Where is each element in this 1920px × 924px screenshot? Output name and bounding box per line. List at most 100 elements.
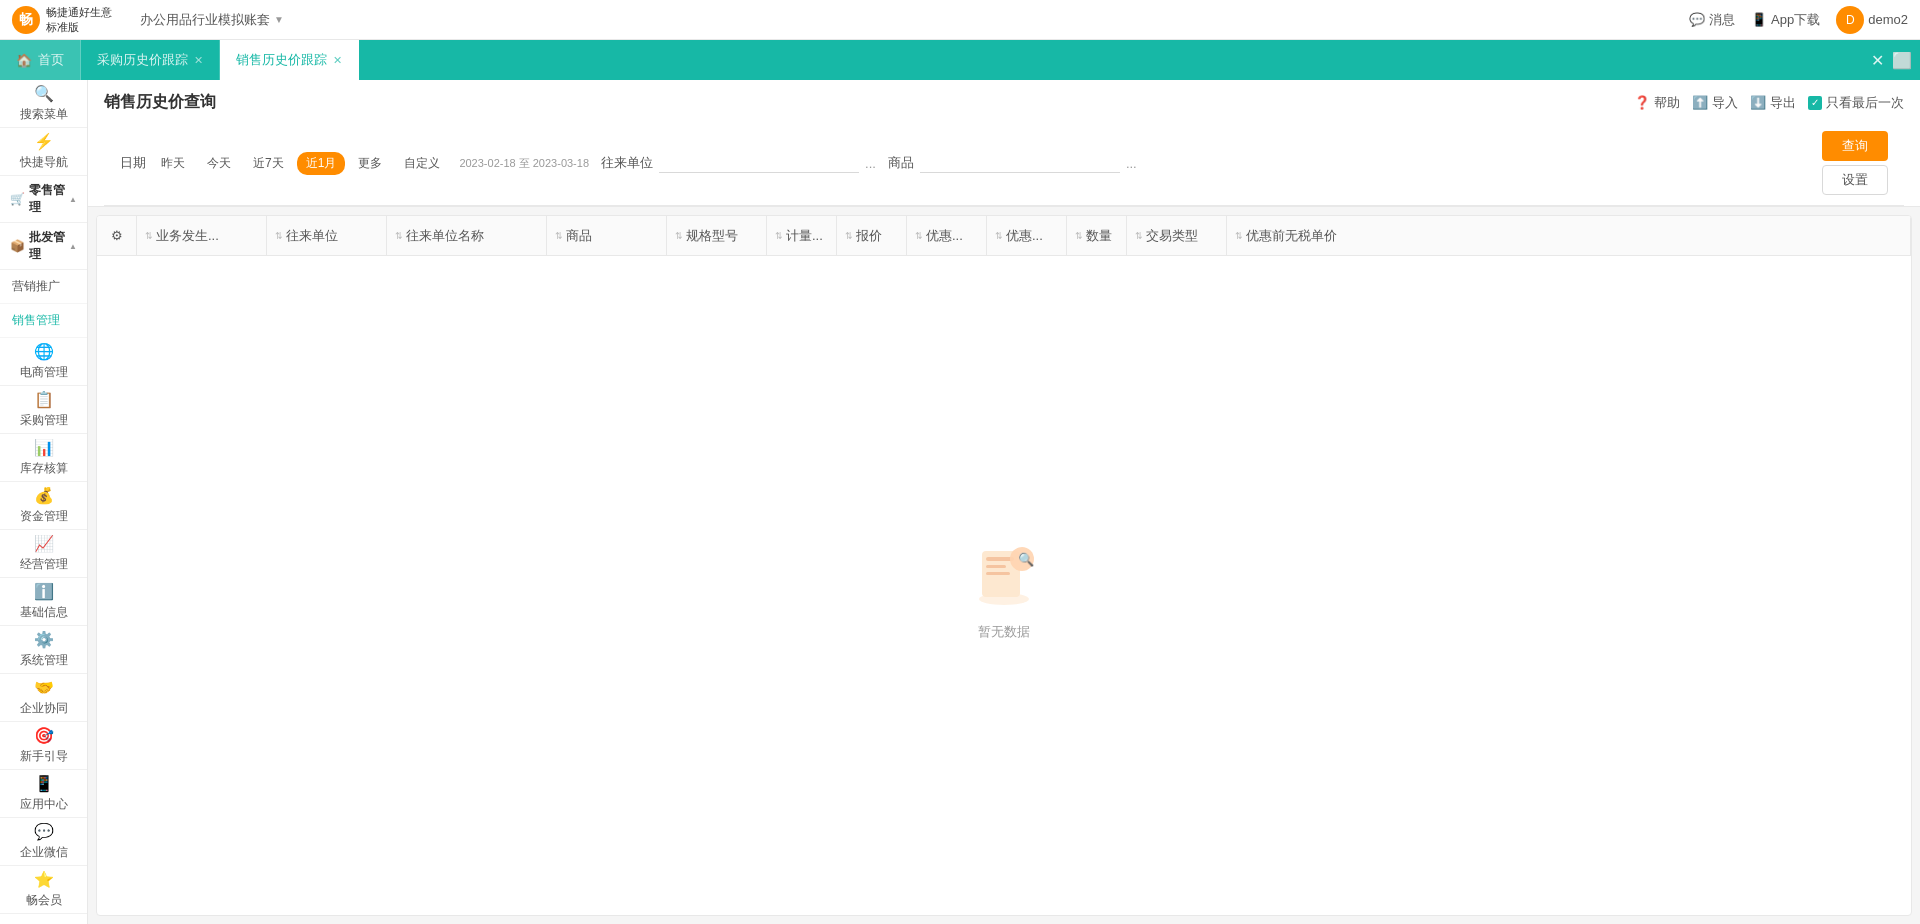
date-btn-1month[interactable]: 近1月 [297, 152, 346, 175]
settings-button[interactable]: 设置 [1822, 165, 1888, 195]
table-area: ⚙ ⇅ 业务发生... ⇅ 往来单位 ⇅ 往来单位名称 ⇅ 商品 [96, 215, 1912, 916]
partner-filter-group: 往来单位 ... [601, 153, 876, 173]
sort-icon-notax: ⇅ [1235, 231, 1243, 241]
only-last-checkbox-row[interactable]: ✓ 只看最后一次 [1808, 94, 1904, 112]
tab-home[interactable]: 🏠 首页 [0, 40, 81, 80]
sort-icon-unit-code: ⇅ [275, 231, 283, 241]
date-range-text: 2023-02-18 至 2023-03-18 [459, 156, 589, 171]
th-spec[interactable]: ⇅ 规格型号 [667, 216, 767, 255]
th-settings[interactable]: ⚙ [97, 216, 137, 255]
sidebar-item-system[interactable]: ⚙️ 系统管理 [0, 626, 87, 674]
sort-icon-qty: ⇅ [1075, 231, 1083, 241]
th-qty[interactable]: ⇅ 数量 [1067, 216, 1127, 255]
sidebar-item-member[interactable]: ⭐ 畅会员 [0, 866, 87, 914]
basic-icon: ℹ️ [34, 582, 54, 601]
avatar: D [1836, 6, 1864, 34]
close-window-icon[interactable]: ✕ [1871, 51, 1884, 70]
sidebar-item-wechat[interactable]: 💬 企业微信 [0, 818, 87, 866]
search-icon: 🔍 [34, 84, 54, 103]
sidebar-item-ecommerce[interactable]: 🌐 电商管理 [0, 338, 87, 386]
product-filter-group: 商品 ... [888, 153, 1137, 173]
home-icon: 🏠 [16, 53, 32, 68]
sidebar-item-enterprise[interactable]: 🤝 企业协同 [0, 674, 87, 722]
date-filter-group: 日期 昨天 今天 近7天 近1月 更多 自定义 2023-02-18 至 202… [120, 152, 589, 175]
logo-text: 畅捷通好生意 标准版 [46, 5, 112, 34]
app-selector[interactable]: 办公用品行业模拟账套 ▼ [140, 11, 284, 29]
date-btn-more[interactable]: 更多 [349, 152, 391, 175]
tab-sales-close-icon[interactable]: ✕ [333, 54, 342, 67]
operations-icon: 📈 [34, 534, 54, 553]
sidebar-item-marketing[interactable]: 营销推广 [0, 270, 87, 304]
sidebar-item-basic[interactable]: ℹ️ 基础信息 [0, 578, 87, 626]
empty-illustration: 🔍 [964, 531, 1044, 611]
wholesale-icon: 📦 [10, 239, 25, 253]
tab-bar-actions: ✕ ⬜ [1871, 51, 1920, 70]
wechat-icon: 💬 [34, 822, 54, 841]
top-bar-left: 畅 畅捷通好生意 标准版 办公用品行业模拟账套 ▼ [12, 5, 284, 34]
date-btn-custom[interactable]: 自定义 [395, 152, 449, 175]
sidebar-item-inventory[interactable]: 📊 库存核算 [0, 434, 87, 482]
date-btn-yesterday[interactable]: 昨天 [152, 152, 194, 175]
sort-icon-discount1: ⇅ [915, 231, 923, 241]
th-product[interactable]: ⇅ 商品 [547, 216, 667, 255]
th-price[interactable]: ⇅ 报价 [837, 216, 907, 255]
th-unit-name[interactable]: ⇅ 往来单位名称 [387, 216, 547, 255]
empty-text: 暂无数据 [978, 623, 1030, 641]
svg-rect-3 [986, 565, 1006, 568]
maximize-icon[interactable]: ⬜ [1892, 51, 1912, 70]
message-icon: 💬 [1689, 12, 1705, 27]
main-layout: 🔍 搜索菜单 ⚡ 快捷导航 🛒 零售管理 📦 批发管理 营销推广 销售管理 🌐 … [0, 80, 1920, 924]
sort-icon-unit-name: ⇅ [395, 231, 403, 241]
message-button[interactable]: 💬 消息 [1689, 11, 1735, 29]
sidebar-item-search[interactable]: 🔍 搜索菜单 [0, 80, 87, 128]
help-button[interactable]: ❓ 帮助 [1634, 94, 1680, 112]
sort-icon-price: ⇅ [845, 231, 853, 241]
export-button[interactable]: ⬇️ 导出 [1750, 94, 1796, 112]
th-discount1[interactable]: ⇅ 优惠... [907, 216, 987, 255]
th-type[interactable]: ⇅ 交易类型 [1127, 216, 1227, 255]
th-unit[interactable]: ⇅ 计量... [767, 216, 837, 255]
import-button[interactable]: ⬆️ 导入 [1692, 94, 1738, 112]
sidebar-item-finance[interactable]: 💰 资金管理 [0, 482, 87, 530]
inventory-icon: 📊 [34, 438, 54, 457]
sidebar-item-quicknav[interactable]: ⚡ 快捷导航 [0, 128, 87, 176]
chevron-down-icon: ▼ [274, 14, 284, 25]
page-actions: ❓ 帮助 ⬆️ 导入 ⬇️ 导出 ✓ 只看最后一次 [1634, 94, 1904, 112]
sort-icon-discount2: ⇅ [995, 231, 1003, 241]
sidebar-item-newbie[interactable]: 🎯 新手引导 [0, 722, 87, 770]
date-btn-7days[interactable]: 近7天 [244, 152, 293, 175]
purchase-icon: 📋 [34, 390, 54, 409]
retail-icon: 🛒 [10, 192, 25, 206]
partner-input[interactable] [659, 153, 859, 173]
sidebar-item-wholesale[interactable]: 📦 批发管理 [0, 223, 87, 270]
sidebar-item-sales-mgmt[interactable]: 销售管理 [0, 304, 87, 338]
page-title: 销售历史价查询 [104, 92, 216, 113]
th-discount2[interactable]: ⇅ 优惠... [987, 216, 1067, 255]
tab-bar: 🏠 首页 采购历史价跟踪 ✕ 销售历史价跟踪 ✕ ✕ ⬜ [0, 40, 1920, 80]
sidebar-item-apps[interactable]: 📱 应用中心 [0, 770, 87, 818]
th-unit-code[interactable]: ⇅ 往来单位 [267, 216, 387, 255]
only-last-checkbox[interactable]: ✓ [1808, 96, 1822, 110]
query-button[interactable]: 查询 [1822, 131, 1888, 161]
newbie-icon: 🎯 [34, 726, 54, 745]
sort-icon-date: ⇅ [145, 231, 153, 241]
table-header: ⚙ ⇅ 业务发生... ⇅ 往来单位 ⇅ 往来单位名称 ⇅ 商品 [97, 216, 1911, 256]
download-button[interactable]: 📱 App下载 [1751, 11, 1820, 29]
th-notax[interactable]: ⇅ 优惠前无税单价 [1227, 216, 1911, 255]
th-date[interactable]: ⇅ 业务发生... [137, 216, 267, 255]
product-dots-button[interactable]: ... [1126, 156, 1137, 171]
date-btn-today[interactable]: 今天 [198, 152, 240, 175]
tab-sales[interactable]: 销售历史价跟踪 ✕ [220, 40, 359, 80]
tab-purchase[interactable]: 采购历史价跟踪 ✕ [81, 40, 220, 80]
btn-group-right: 查询 设置 [1822, 131, 1888, 195]
sidebar-item-operations[interactable]: 📈 经营管理 [0, 530, 87, 578]
product-input[interactable] [920, 153, 1120, 173]
sidebar-item-purchase-mgmt[interactable]: 📋 采购管理 [0, 386, 87, 434]
sort-icon-unit: ⇅ [775, 231, 783, 241]
sidebar-item-retail[interactable]: 🛒 零售管理 [0, 176, 87, 223]
partner-dots-button[interactable]: ... [865, 156, 876, 171]
user-menu-button[interactable]: D demo2 [1836, 6, 1908, 34]
top-bar-right: 💬 消息 📱 App下载 D demo2 [1689, 6, 1908, 34]
sidebar: 🔍 搜索菜单 ⚡ 快捷导航 🛒 零售管理 📦 批发管理 营销推广 销售管理 🌐 … [0, 80, 88, 924]
tab-purchase-close-icon[interactable]: ✕ [194, 54, 203, 67]
